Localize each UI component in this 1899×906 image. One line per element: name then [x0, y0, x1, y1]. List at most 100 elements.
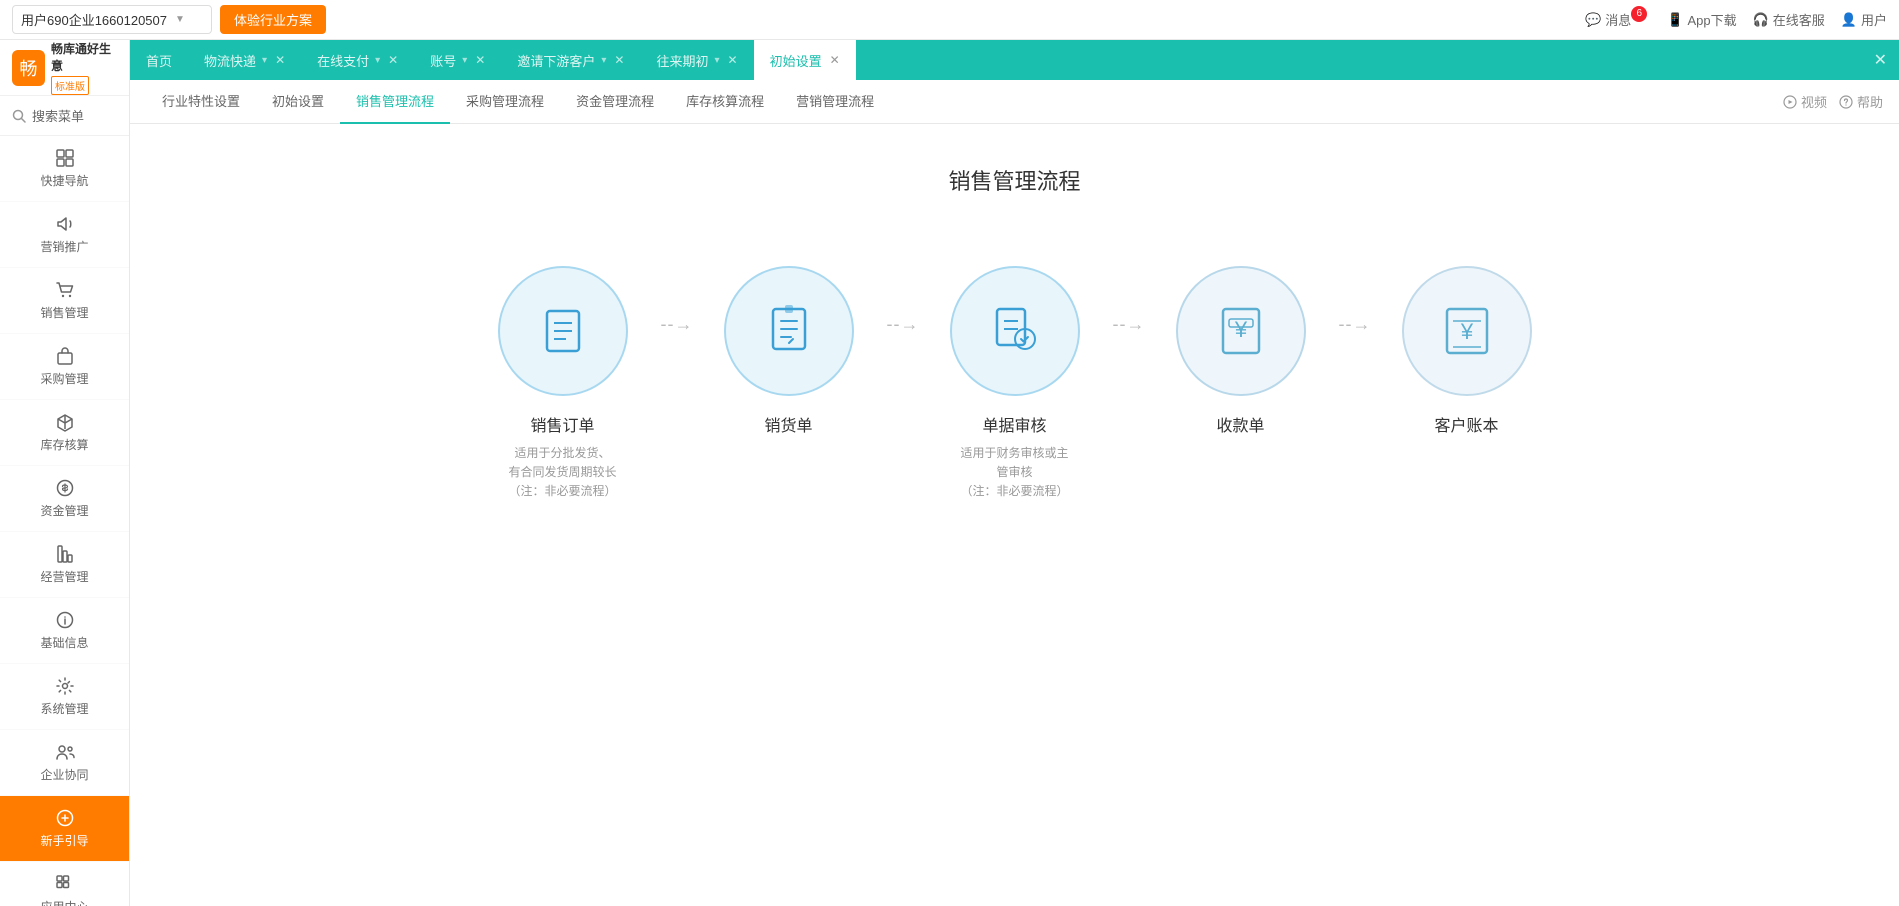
sidebar-item-beginner-guide[interactable]: 新手引导	[0, 796, 129, 862]
sub-tab-label: 初始设置	[272, 91, 324, 110]
sub-tabs-right: 视频 帮助	[1783, 92, 1883, 111]
app-download-item[interactable]: 📱 App下载	[1667, 10, 1736, 29]
sidebar-label: 快捷导航	[40, 172, 88, 189]
sidebar-item-inventory[interactable]: 库存核算	[0, 400, 129, 466]
flow-arrow-4: - - →	[1339, 266, 1369, 335]
flow-label-doc-review: 单据审核	[982, 412, 1046, 436]
chevron-down-icon: ▾	[714, 55, 719, 66]
nav-tab-invite[interactable]: 邀请下游客户 ▾ ✕	[501, 40, 640, 80]
sidebar-item-enterprise[interactable]: 企业协同	[0, 730, 129, 796]
main-content: 销售管理流程 销售订单 适用于分批发货、	[130, 124, 1899, 906]
tab-close-icon[interactable]: ✕	[275, 53, 285, 67]
sidebar-item-basic-info[interactable]: 基础信息	[0, 598, 129, 664]
svg-text:¥: ¥	[1459, 319, 1473, 344]
sidebar-label: 新手引导	[40, 832, 88, 849]
tab-close-icon[interactable]: ✕	[830, 53, 840, 67]
user-avatar-item[interactable]: 👤 用户	[1841, 10, 1887, 29]
nav-tab-label: 在线支付	[317, 51, 369, 70]
flow-circle-receipt: ¥	[1176, 266, 1306, 396]
nav-tab-label: 往来期初	[656, 51, 708, 70]
sales-invoice-icon	[759, 301, 819, 361]
sub-tabs: 行业特性设置 初始设置 销售管理流程 采购管理流程 资金管理流程 库存核算流程 …	[130, 80, 1899, 124]
tab-close-icon[interactable]: ✕	[728, 53, 738, 67]
sidebar-logo: 畅 畅库通好生意 标准版	[0, 40, 129, 96]
sub-tab-finance-flow[interactable]: 资金管理流程	[560, 80, 670, 124]
message-item[interactable]: 💬 消息 6	[1585, 10, 1651, 29]
nav-tab-logistics[interactable]: 物流快递 ▾ ✕	[188, 40, 301, 80]
user-name-label: 用户	[1861, 10, 1887, 29]
sub-tab-industry[interactable]: 行业特性设置	[146, 80, 256, 124]
dashed-arrow-icon: - - →	[887, 314, 917, 335]
sidebar-label: 系统管理	[40, 700, 88, 717]
online-service-item[interactable]: 🎧 在线客服	[1753, 10, 1825, 29]
headset-icon: 🎧	[1753, 12, 1769, 28]
flow-node-doc-review[interactable]: 单据审核 适用于财务审核或主 管审核 （注：非必要流程）	[925, 266, 1105, 502]
team-icon	[55, 742, 75, 762]
flow-node-receipt[interactable]: ¥ 收款单	[1151, 266, 1331, 444]
sidebar-item-system[interactable]: 系统管理	[0, 664, 129, 730]
sidebar-item-marketing[interactable]: 营销推广	[0, 202, 129, 268]
flow-circle-sales-invoice	[724, 266, 854, 396]
tab-close-icon[interactable]: ✕	[614, 53, 624, 67]
content-area: 首页 物流快递 ▾ ✕ 在线支付 ▾ ✕ 账号 ▾ ✕ 邀请下游客户 ▾ ✕	[130, 40, 1899, 906]
chart-icon	[55, 544, 75, 564]
sidebar-label: 库存核算	[40, 436, 88, 453]
question-icon	[1839, 95, 1853, 109]
close-all-tabs-button[interactable]: ✕	[1862, 40, 1899, 80]
phone-icon: 📱	[1667, 12, 1683, 28]
flow-label-sales-invoice: 销货单	[764, 412, 812, 436]
message-icon: 💬	[1585, 12, 1601, 28]
sub-tab-label: 资金管理流程	[576, 91, 654, 110]
sub-tab-label: 行业特性设置	[162, 91, 240, 110]
svg-text:¥: ¥	[1233, 317, 1247, 342]
flow-node-sales-order[interactable]: 销售订单 适用于分批发货、 有合同发货周期较长 （注：非必要流程）	[473, 266, 653, 502]
flow-node-sales-invoice[interactable]: 销货单	[699, 266, 879, 444]
video-link[interactable]: 视频	[1783, 92, 1827, 111]
message-badge: 6	[1631, 6, 1647, 22]
message-label: 消息	[1605, 10, 1631, 29]
logo-badge: 标准版	[51, 76, 89, 95]
flow-arrow-3: - - →	[1113, 266, 1143, 335]
nav-tab-payment[interactable]: 在线支付 ▾ ✕	[301, 40, 414, 80]
dashed-arrow-icon: - - →	[661, 314, 691, 335]
nav-tab-opening[interactable]: 往来期初 ▾ ✕	[640, 40, 753, 80]
flow-label-sales-order: 销售订单	[530, 412, 594, 436]
sidebar-item-purchase[interactable]: 采购管理	[0, 334, 129, 400]
flow-node-customer-account[interactable]: ¥ 客户账本	[1377, 266, 1557, 444]
user-select[interactable]: 用户690企业1660120507 ▼	[12, 5, 212, 34]
video-label: 视频	[1801, 92, 1827, 111]
sidebar-label: 企业协同	[40, 766, 88, 783]
tab-close-icon[interactable]: ✕	[388, 53, 398, 67]
sidebar-search[interactable]: 搜索菜单	[0, 96, 129, 136]
settings-icon	[55, 676, 75, 696]
sub-tab-label: 库存核算流程	[686, 91, 764, 110]
chevron-down-icon: ▾	[262, 55, 267, 66]
sidebar-item-sales[interactable]: 销售管理	[0, 268, 129, 334]
sub-tab-inventory-flow[interactable]: 库存核算流程	[670, 80, 780, 124]
tab-close-icon[interactable]: ✕	[475, 53, 485, 67]
sidebar-item-operations[interactable]: 经营管理	[0, 532, 129, 598]
nav-tab-home[interactable]: 首页	[130, 40, 188, 80]
sidebar-label: 销售管理	[40, 304, 88, 321]
trial-button[interactable]: 体验行业方案	[220, 5, 326, 34]
bag-icon	[55, 346, 75, 366]
guide-icon	[55, 808, 75, 828]
info-icon	[55, 610, 75, 630]
sidebar-item-finance[interactable]: 资金管理	[0, 466, 129, 532]
sub-tab-purchase-flow[interactable]: 采购管理流程	[450, 80, 560, 124]
flow-desc-doc-review: 适用于财务审核或主 管审核 （注：非必要流程）	[960, 444, 1068, 502]
chevron-down-icon: ▾	[462, 55, 467, 66]
dropdown-arrow-icon: ▼	[175, 14, 185, 25]
sub-tab-marketing-flow[interactable]: 营销管理流程	[780, 80, 890, 124]
apps-icon	[55, 874, 75, 894]
help-label: 帮助	[1857, 92, 1883, 111]
help-link[interactable]: 帮助	[1839, 92, 1883, 111]
megaphone-icon	[55, 214, 75, 234]
sidebar-item-quick-nav[interactable]: 快捷导航	[0, 136, 129, 202]
sub-tab-sales-flow[interactable]: 销售管理流程	[340, 80, 450, 124]
flow-chart: 销售订单 适用于分批发货、 有合同发货周期较长 （注：非必要流程） - - →	[154, 246, 1875, 522]
nav-tab-initial-settings[interactable]: 初始设置 ✕	[754, 40, 856, 80]
sidebar-item-app-center[interactable]: 应用中心	[0, 862, 129, 906]
sub-tab-initial[interactable]: 初始设置	[256, 80, 340, 124]
nav-tab-account[interactable]: 账号 ▾ ✕	[414, 40, 501, 80]
